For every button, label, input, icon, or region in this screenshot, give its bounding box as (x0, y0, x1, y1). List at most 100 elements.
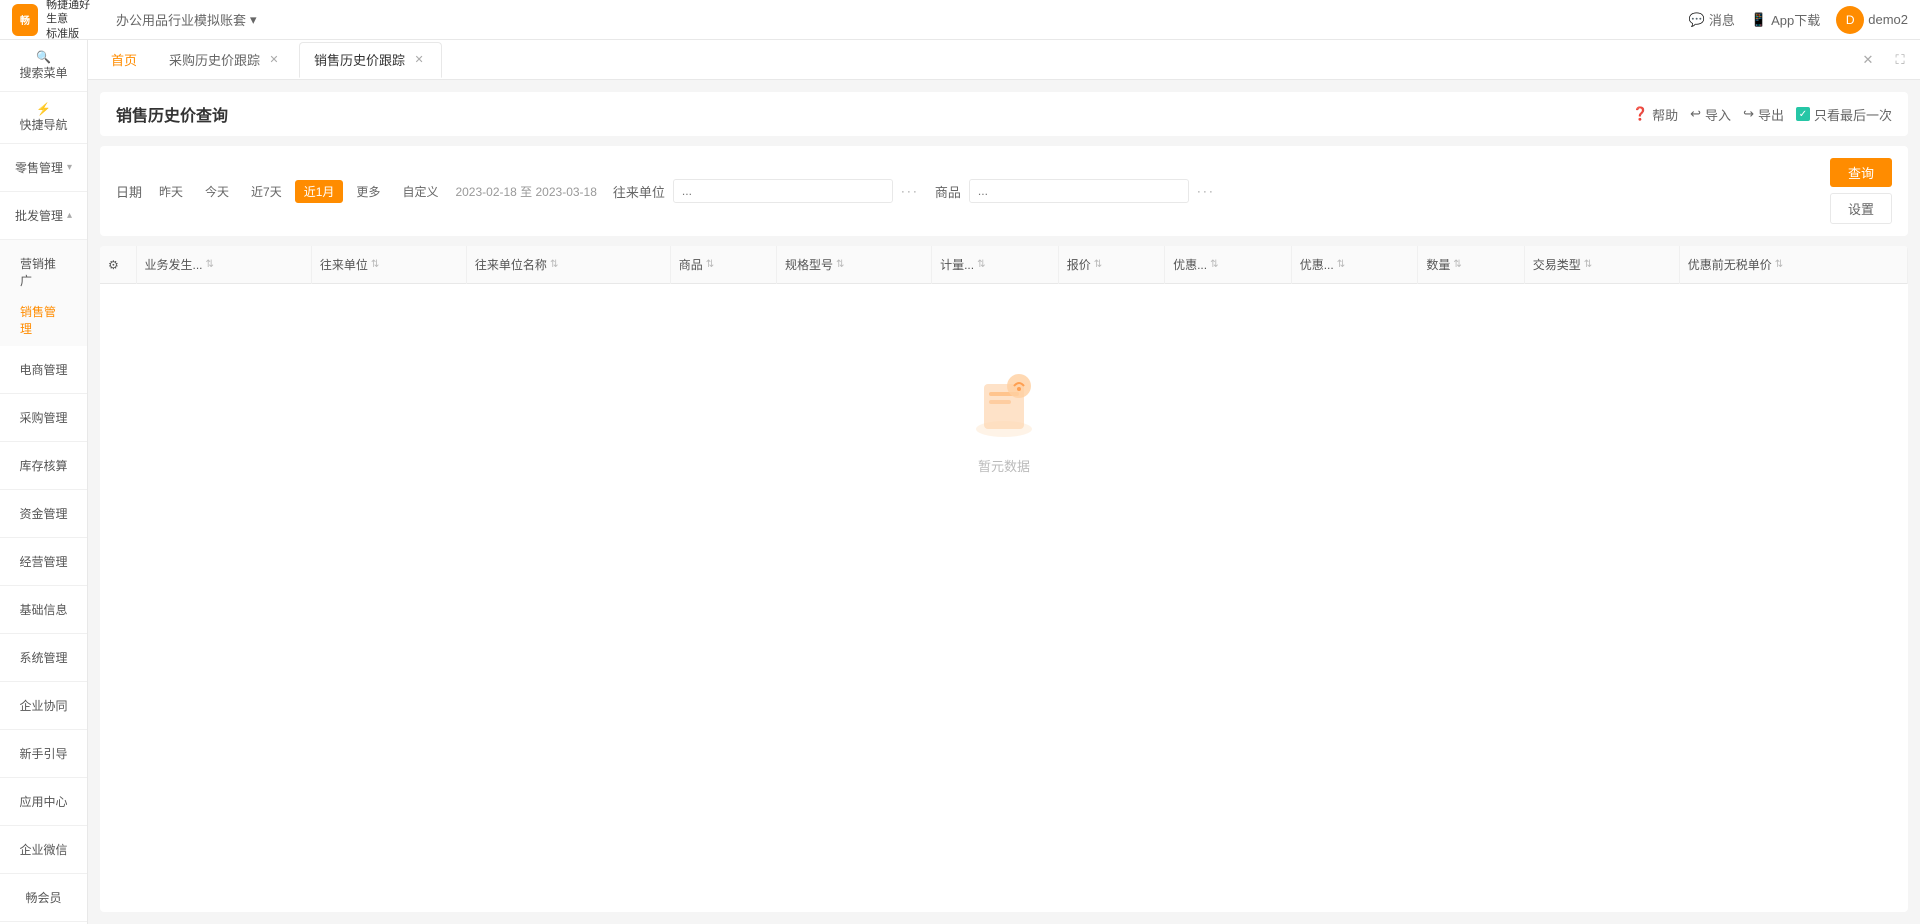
goods-input[interactable] (969, 179, 1189, 203)
page-actions: ❓ 帮助 ↩ 导入 ↪ 导出 ✓ 只看最后一次 (1632, 105, 1892, 124)
sidebar-item-wholesale[interactable]: 批发管理 ▴ (0, 192, 87, 240)
date-btn-last7[interactable]: 近7天 (242, 180, 291, 203)
column-trade-type[interactable]: 交易类型 ⇅ (1524, 246, 1679, 284)
search-setting-group: 查询 设置 (1830, 158, 1892, 224)
sort-icon: ⇅ (1453, 259, 1461, 270)
message-icon: 💬 (1689, 12, 1705, 28)
sidebar-item-inventory[interactable]: 库存核算 (0, 442, 87, 490)
sidebar-item-purchase[interactable]: 采购管理 (0, 394, 87, 442)
sort-icon: ⇅ (706, 259, 714, 270)
user-menu[interactable]: D demo2 (1836, 6, 1908, 34)
date-filter-group: 日期 昨天 今天 近7天 近1月 更多 自定义 2023-02-18 至 202… (116, 180, 597, 203)
sidebar-item-system[interactable]: 系统管理 (0, 634, 87, 682)
column-spec[interactable]: 规格型号 ⇅ (777, 246, 932, 284)
only-last-checkbox[interactable]: ✓ (1796, 107, 1810, 121)
help-button[interactable]: ❓ 帮助 (1632, 105, 1678, 124)
wholesale-section: 营销推广 销售管理 (0, 240, 87, 346)
date-btn-1month[interactable]: 近1月 (295, 180, 344, 203)
phone-icon: 📱 (1751, 12, 1767, 28)
sidebar-item-shortcut[interactable]: ⚡ 快捷导航 (0, 92, 87, 144)
export-icon: ↪ (1743, 106, 1754, 122)
column-discount1[interactable]: 优惠... ⇅ (1165, 246, 1292, 284)
goods-more-btn[interactable]: ··· (1197, 184, 1215, 198)
sidebar-item-newbie[interactable]: 新手引导 (0, 730, 87, 778)
column-price[interactable]: 报价 ⇅ (1058, 246, 1164, 284)
column-quantity[interactable]: 数量 ⇅ (1418, 246, 1524, 284)
sidebar-item-sales[interactable]: 销售管理 (8, 296, 79, 344)
date-btn-yesterday[interactable]: 昨天 (150, 180, 192, 203)
sort-icon: ⇅ (206, 259, 214, 270)
date-btn-custom[interactable]: 自定义 (393, 180, 447, 203)
svg-text:畅: 畅 (20, 14, 30, 27)
partner-filter-label: 往来单位 (613, 182, 665, 201)
sidebar-item-appcenter[interactable]: 应用中心 (0, 778, 87, 826)
empty-text: 暂元数据 (978, 456, 1030, 475)
sidebar-item-member[interactable]: 畅会员 (0, 874, 87, 922)
sidebar-item-operations[interactable]: 经营管理 (0, 538, 87, 586)
chevron-down-icon: ▾ (250, 12, 257, 28)
sidebar-item-marketing[interactable]: 营销推广 (8, 248, 79, 296)
sort-icon: ⇅ (1094, 259, 1102, 270)
column-biz-date[interactable]: 业务发生... ⇅ (136, 246, 311, 284)
empty-state: 暂元数据 (100, 284, 1908, 555)
account-dropdown[interactable]: 办公用品行业模拟账套 ▾ (116, 10, 257, 29)
column-partner-code[interactable]: 往来单位 ⇅ (311, 246, 466, 284)
sidebar-item-finance[interactable]: 资金管理 (0, 490, 87, 538)
date-filter-label: 日期 (116, 182, 142, 201)
page-content: 销售历史价查询 ❓ 帮助 ↩ 导入 ↪ 导出 ✓ (88, 80, 1920, 924)
header-right: 💬 消息 📱 App下载 D demo2 (1689, 6, 1908, 34)
close-tab-action[interactable]: ✕ (1856, 48, 1880, 72)
date-btn-today[interactable]: 今天 (196, 180, 238, 203)
column-gear[interactable]: ⚙ (100, 246, 136, 284)
date-btn-more[interactable]: 更多 (347, 180, 389, 203)
column-partner-name[interactable]: 往来单位名称 ⇅ (466, 246, 670, 284)
export-button[interactable]: ↪ 导出 (1743, 105, 1784, 124)
sidebar-item-basic[interactable]: 基础信息 (0, 586, 87, 634)
chevron-down-icon: ▾ (67, 162, 72, 173)
setting-button[interactable]: 设置 (1830, 193, 1892, 224)
column-goods[interactable]: 商品 ⇅ (670, 246, 776, 284)
tab-home[interactable]: 首页 (96, 42, 152, 78)
main-layout: 🔍 搜索菜单 ⚡ 快捷导航 零售管理 ▾ 批发管理 ▴ 营销推广 销售管理 电商… (0, 40, 1920, 924)
sidebar-item-enterprise[interactable]: 企业协同 (0, 682, 87, 730)
import-button[interactable]: ↩ 导入 (1690, 105, 1731, 124)
page-header: 销售历史价查询 ❓ 帮助 ↩ 导入 ↪ 导出 ✓ (100, 92, 1908, 136)
date-options: 昨天 今天 近7天 近1月 更多 自定义 (150, 180, 447, 203)
date-range-display: 2023-02-18 至 2023-03-18 (455, 183, 596, 200)
sidebar-item-wechat[interactable]: 企业微信 (0, 826, 87, 874)
tab-close-sales-history[interactable]: ✕ (411, 52, 427, 68)
sort-icon: ⇅ (836, 259, 844, 270)
logo-text: 畅捷通好生意 标准版 (46, 0, 100, 41)
sidebar-item-ecommerce[interactable]: 电商管理 (0, 346, 87, 394)
sort-icon: ⇅ (371, 259, 379, 270)
sidebar-item-search[interactable]: 🔍 搜索菜单 (0, 40, 87, 92)
page-title: 销售历史价查询 (116, 102, 228, 126)
tab-purchase-history[interactable]: 采购历史价跟踪 ✕ (154, 42, 297, 78)
tab-bar: 首页 采购历史价跟踪 ✕ 销售历史价跟踪 ✕ ✕ ⛶ (88, 40, 1920, 80)
search-button[interactable]: 查询 (1830, 158, 1892, 187)
partner-more-btn[interactable]: ··· (901, 184, 919, 198)
fullscreen-action[interactable]: ⛶ (1888, 48, 1912, 72)
partner-input[interactable] (673, 179, 893, 203)
data-table: ⚙ 业务发生... ⇅ 往来单位 (100, 246, 1908, 284)
filter-bar: 日期 昨天 今天 近7天 近1月 更多 自定义 2023-02-18 至 202… (100, 146, 1908, 236)
table-header-row: ⚙ 业务发生... ⇅ 往来单位 (100, 246, 1908, 284)
column-tax-price[interactable]: 优惠前无税单价 ⇅ (1679, 246, 1907, 284)
chevron-up-icon: ▴ (67, 210, 72, 221)
sort-icon: ⇅ (550, 259, 558, 270)
column-discount2[interactable]: 优惠... ⇅ (1291, 246, 1418, 284)
search-icon: 🔍 (36, 50, 51, 64)
tab-sales-history[interactable]: 销售历史价跟踪 ✕ (299, 42, 442, 78)
logo-icon: 畅 (12, 4, 38, 36)
logo-area: 畅 畅捷通好生意 标准版 (12, 0, 100, 41)
top-header: 畅 畅捷通好生意 标准版 办公用品行业模拟账套 ▾ 💬 消息 📱 App下载 D… (0, 0, 1920, 40)
gear-icon: ⚙ (108, 258, 119, 272)
tab-close-purchase-history[interactable]: ✕ (266, 52, 282, 68)
content-area: 首页 采购历史价跟踪 ✕ 销售历史价跟踪 ✕ ✕ ⛶ 销售历史价查询 (88, 40, 1920, 924)
column-unit[interactable]: 计量... ⇅ (932, 246, 1059, 284)
app-download-button[interactable]: 📱 App下载 (1751, 10, 1820, 29)
only-last-checkbox-group[interactable]: ✓ 只看最后一次 (1796, 105, 1892, 124)
import-icon: ↩ (1690, 106, 1701, 122)
message-button[interactable]: 💬 消息 (1689, 10, 1735, 29)
sidebar-item-retail[interactable]: 零售管理 ▾ (0, 144, 87, 192)
